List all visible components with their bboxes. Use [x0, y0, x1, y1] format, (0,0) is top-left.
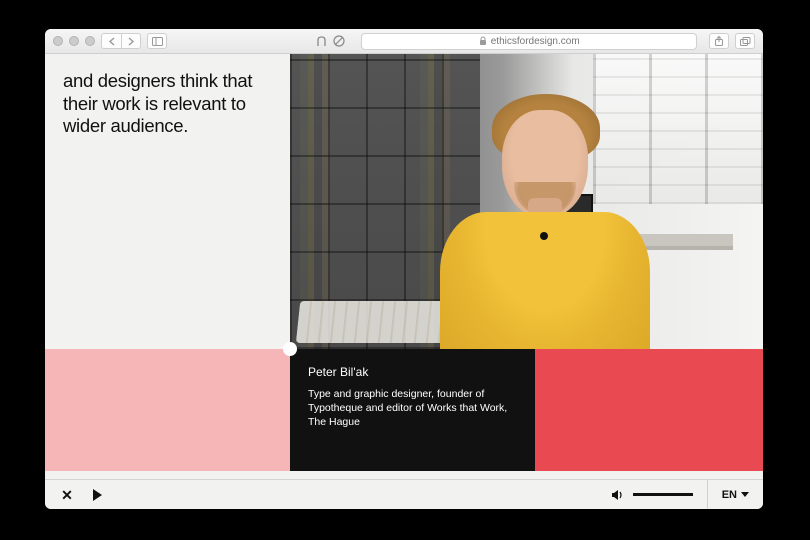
nav-back-button[interactable] [101, 33, 121, 49]
block-red [535, 349, 763, 471]
language-label: EN [722, 489, 737, 501]
lapel-mic-icon [540, 232, 548, 240]
tabs-button[interactable] [735, 33, 755, 49]
player-bar: ✕ EN [45, 479, 763, 509]
window-controls [53, 36, 95, 46]
speaker-info-block: Peter Bil'ak Type and graphic designer, … [290, 349, 535, 471]
play-button[interactable] [89, 487, 105, 503]
block-pink [45, 349, 290, 471]
speaker-portrait [440, 82, 650, 349]
address-bar[interactable]: ethicsfordesign.com [361, 33, 697, 50]
volume-icon [611, 489, 625, 501]
info-blocks-row: Peter Bil'ak Type and graphic designer, … [45, 349, 763, 471]
speaker-bio: Type and graphic designer, founder of Ty… [308, 387, 508, 430]
browser-window: ethicsfordesign.com and designers think … [45, 29, 763, 509]
language-selector[interactable]: EN [722, 489, 749, 501]
chevron-down-icon [741, 492, 749, 497]
zoom-window-dot[interactable] [85, 36, 95, 46]
caption-text: and designers think that their work is r… [63, 70, 272, 138]
close-window-dot[interactable] [53, 36, 63, 46]
lock-icon [479, 36, 487, 46]
nav-back-forward [101, 33, 141, 49]
close-button[interactable]: ✕ [59, 487, 75, 503]
minimize-window-dot[interactable] [69, 36, 79, 46]
progress-marker[interactable] [283, 342, 297, 356]
video-frame[interactable] [290, 54, 763, 349]
caption-pane: and designers think that their work is r… [45, 54, 290, 349]
page-content: and designers think that their work is r… [45, 54, 763, 479]
sidebar-toggle-button[interactable] [147, 33, 167, 49]
close-icon: ✕ [61, 488, 73, 502]
spacer-row [45, 471, 763, 479]
toolbar-right [709, 33, 755, 49]
volume-slider[interactable] [633, 493, 693, 496]
share-button[interactable] [709, 33, 729, 49]
address-bar-text: ethicsfordesign.com [491, 36, 580, 47]
play-icon [93, 489, 102, 501]
extension-icon[interactable] [316, 35, 327, 47]
divider [707, 480, 708, 510]
speaker-name: Peter Bil'ak [308, 365, 517, 379]
upper-row: and designers think that their work is r… [45, 54, 763, 349]
volume-control[interactable] [611, 489, 693, 501]
nav-forward-button[interactable] [121, 33, 141, 49]
adblock-icon[interactable] [333, 35, 345, 47]
toolbar-extensions [312, 35, 349, 47]
browser-chrome: ethicsfordesign.com [45, 29, 763, 54]
